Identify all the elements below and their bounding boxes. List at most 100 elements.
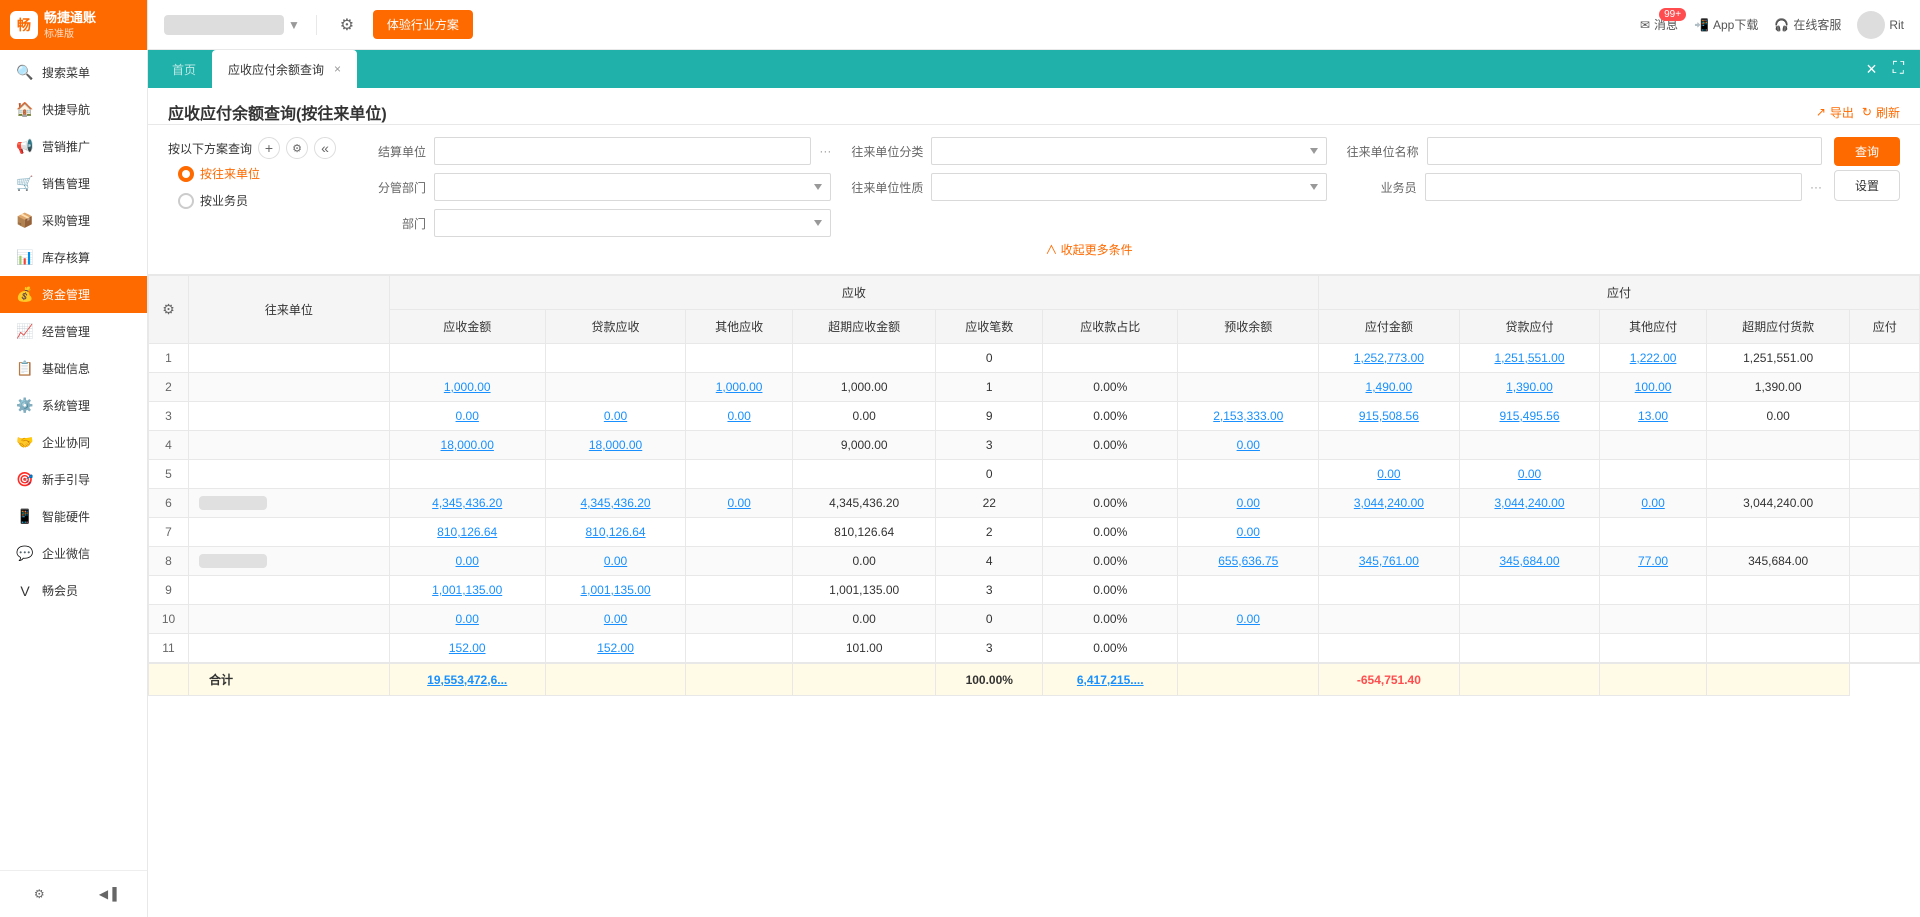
filter-more-conditions[interactable]: ∧ 收起更多条件 (356, 237, 1822, 262)
sidebar-item-guide[interactable]: 🎯 新手引导 (0, 461, 147, 498)
cell-ar-amount[interactable]: 1,001,135.00 (389, 576, 545, 605)
th-settings[interactable]: ⚙ (149, 276, 189, 344)
cell-ap-other[interactable]: 100.00 (1600, 373, 1707, 402)
cell-ar-loan[interactable]: 0.00 (545, 547, 686, 576)
cell-ar-amount[interactable] (389, 344, 545, 373)
cell-ar-amount[interactable]: 0.00 (389, 547, 545, 576)
cell-ap-other[interactable] (1600, 634, 1707, 664)
cell-ap-amount[interactable] (1319, 605, 1460, 634)
refresh-button[interactable]: ↻ 刷新 (1862, 104, 1900, 121)
tab-ar-ap[interactable]: 应收应付余额查询 × (212, 50, 357, 88)
cell-ar-other[interactable] (686, 344, 793, 373)
cell-ar-loan[interactable] (545, 344, 686, 373)
cell-ap-amount[interactable]: 915,508.56 (1319, 402, 1460, 431)
promo-button[interactable]: 体验行业方案 (373, 10, 473, 39)
service-button[interactable]: 🎧 在线客服 (1774, 16, 1841, 33)
cell-ar-other[interactable] (686, 547, 793, 576)
cell-ap-loan[interactable]: 0.00 (1459, 460, 1600, 489)
cell-ap-amount[interactable]: 0.00 (1319, 460, 1460, 489)
cell-ar-prepay[interactable] (1178, 344, 1319, 373)
cell-ar-prepay[interactable] (1178, 576, 1319, 605)
sidebar-item-wechat[interactable]: 💬 企业微信 (0, 535, 147, 572)
cell-ar-amount[interactable]: 810,126.64 (389, 518, 545, 547)
cell-ap-other[interactable] (1600, 605, 1707, 634)
cell-ar-prepay[interactable]: 655,636.75 (1178, 547, 1319, 576)
sidebar-item-operation[interactable]: 📈 经营管理 (0, 313, 147, 350)
cell-ap-amount[interactable] (1319, 576, 1460, 605)
settlement-unit-input[interactable] (434, 137, 811, 165)
query-button[interactable]: 查询 (1834, 137, 1900, 166)
topbar-gear-button[interactable]: ⚙ (333, 11, 361, 39)
cell-ap-other[interactable]: 0.00 (1600, 489, 1707, 518)
cell-ap-amount[interactable]: 1,252,773.00 (1319, 344, 1460, 373)
cell-ap-amount[interactable]: 3,044,240.00 (1319, 489, 1460, 518)
cell-ar-loan[interactable]: 0.00 (545, 605, 686, 634)
user-avatar[interactable]: Rit (1857, 11, 1904, 39)
cell-ap-loan[interactable] (1459, 576, 1600, 605)
cell-ar-amount[interactable]: 0.00 (389, 605, 545, 634)
party-category-select[interactable] (931, 137, 1326, 165)
tab-close-button[interactable]: × (334, 62, 341, 76)
cell-ar-loan[interactable]: 0.00 (545, 402, 686, 431)
cell-ar-other[interactable]: 1,000.00 (686, 373, 793, 402)
settlement-unit-dots[interactable]: ··· (819, 144, 831, 158)
cell-ar-prepay[interactable]: 0.00 (1178, 518, 1319, 547)
filter-option-by-staff[interactable]: 按业务员 (168, 188, 336, 213)
cell-ap-other[interactable] (1600, 518, 1707, 547)
cell-ap-loan[interactable] (1459, 431, 1600, 460)
cell-ar-loan[interactable]: 810,126.64 (545, 518, 686, 547)
app-download-button[interactable]: 📲 App下载 (1694, 16, 1758, 33)
sidebar-item-inventory[interactable]: 📊 库存核算 (0, 239, 147, 276)
cell-ar-loan[interactable] (545, 460, 686, 489)
sidebar-item-search[interactable]: 🔍 搜索菜单 (0, 54, 147, 91)
cell-ar-amount[interactable]: 0.00 (389, 402, 545, 431)
cell-ar-other[interactable]: 0.00 (686, 489, 793, 518)
salesperson-dots[interactable]: ··· (1810, 180, 1822, 194)
cell-ap-amount[interactable] (1319, 634, 1460, 664)
cell-ap-amount[interactable]: 345,761.00 (1319, 547, 1460, 576)
sidebar-item-system[interactable]: ⚙️ 系统管理 (0, 387, 147, 424)
cell-ar-prepay[interactable]: 2,153,333.00 (1178, 402, 1319, 431)
cell-ar-prepay[interactable]: 0.00 (1178, 605, 1319, 634)
cell-ap-loan[interactable]: 915,495.56 (1459, 402, 1600, 431)
cell-ap-amount[interactable]: 1,490.00 (1319, 373, 1460, 402)
cell-ap-other[interactable] (1600, 576, 1707, 605)
tab-home[interactable]: 首页 (156, 50, 212, 88)
cell-ar-amount[interactable]: 1,000.00 (389, 373, 545, 402)
sidebar-collapse-button[interactable]: ◀▐ (79, 881, 138, 907)
department-select[interactable] (434, 209, 831, 237)
cell-ar-prepay[interactable] (1178, 460, 1319, 489)
cell-ar-loan[interactable]: 152.00 (545, 634, 686, 664)
cell-ap-other[interactable]: 13.00 (1600, 402, 1707, 431)
cell-ap-loan[interactable] (1459, 605, 1600, 634)
cell-ar-amount[interactable]: 18,000.00 (389, 431, 545, 460)
sidebar-settings-button[interactable]: ⚙ (10, 881, 69, 907)
cell-ar-other[interactable]: 0.00 (686, 402, 793, 431)
sidebar-item-marketing[interactable]: 📢 营销推广 (0, 128, 147, 165)
setting-button[interactable]: 设置 (1834, 170, 1900, 201)
dept-select[interactable] (434, 173, 831, 201)
sidebar-item-quicknav[interactable]: 🏠 快捷导航 (0, 91, 147, 128)
filter-settings-button[interactable]: ⚙ (286, 137, 308, 159)
export-button[interactable]: ↗ 导出 (1816, 104, 1854, 121)
cell-ap-loan[interactable] (1459, 634, 1600, 664)
sidebar-item-sales[interactable]: 🛒 销售管理 (0, 165, 147, 202)
cell-ar-amount[interactable]: 4,345,436.20 (389, 489, 545, 518)
party-nature-select[interactable] (931, 173, 1326, 201)
table-container[interactable]: ⚙ 往来单位 应收 应付 应收金额 贷款应收 其他应收 超期应收金额 应收笔数 … (148, 275, 1920, 917)
table-settings-icon[interactable]: ⚙ (162, 301, 175, 317)
cell-ap-amount[interactable] (1319, 431, 1460, 460)
cell-ar-prepay[interactable] (1178, 373, 1319, 402)
tabbar-close-button[interactable]: × (1858, 59, 1885, 80)
sidebar-item-purchase[interactable]: 📦 采购管理 (0, 202, 147, 239)
sidebar-item-basic[interactable]: 📋 基础信息 (0, 350, 147, 387)
cell-ap-loan[interactable]: 3,044,240.00 (1459, 489, 1600, 518)
sidebar-item-member[interactable]: V 畅会员 (0, 572, 147, 609)
cell-ar-loan[interactable]: 1,001,135.00 (545, 576, 686, 605)
cell-ar-loan[interactable]: 4,345,436.20 (545, 489, 686, 518)
filter-collapse-button[interactable]: « (314, 137, 336, 159)
cell-ar-other[interactable] (686, 518, 793, 547)
topbar-dropdown-icon[interactable]: ▼ (288, 18, 300, 32)
filter-option-by-unit[interactable]: 按往来单位 (168, 161, 336, 186)
sidebar-item-hardware[interactable]: 📱 智能硬件 (0, 498, 147, 535)
